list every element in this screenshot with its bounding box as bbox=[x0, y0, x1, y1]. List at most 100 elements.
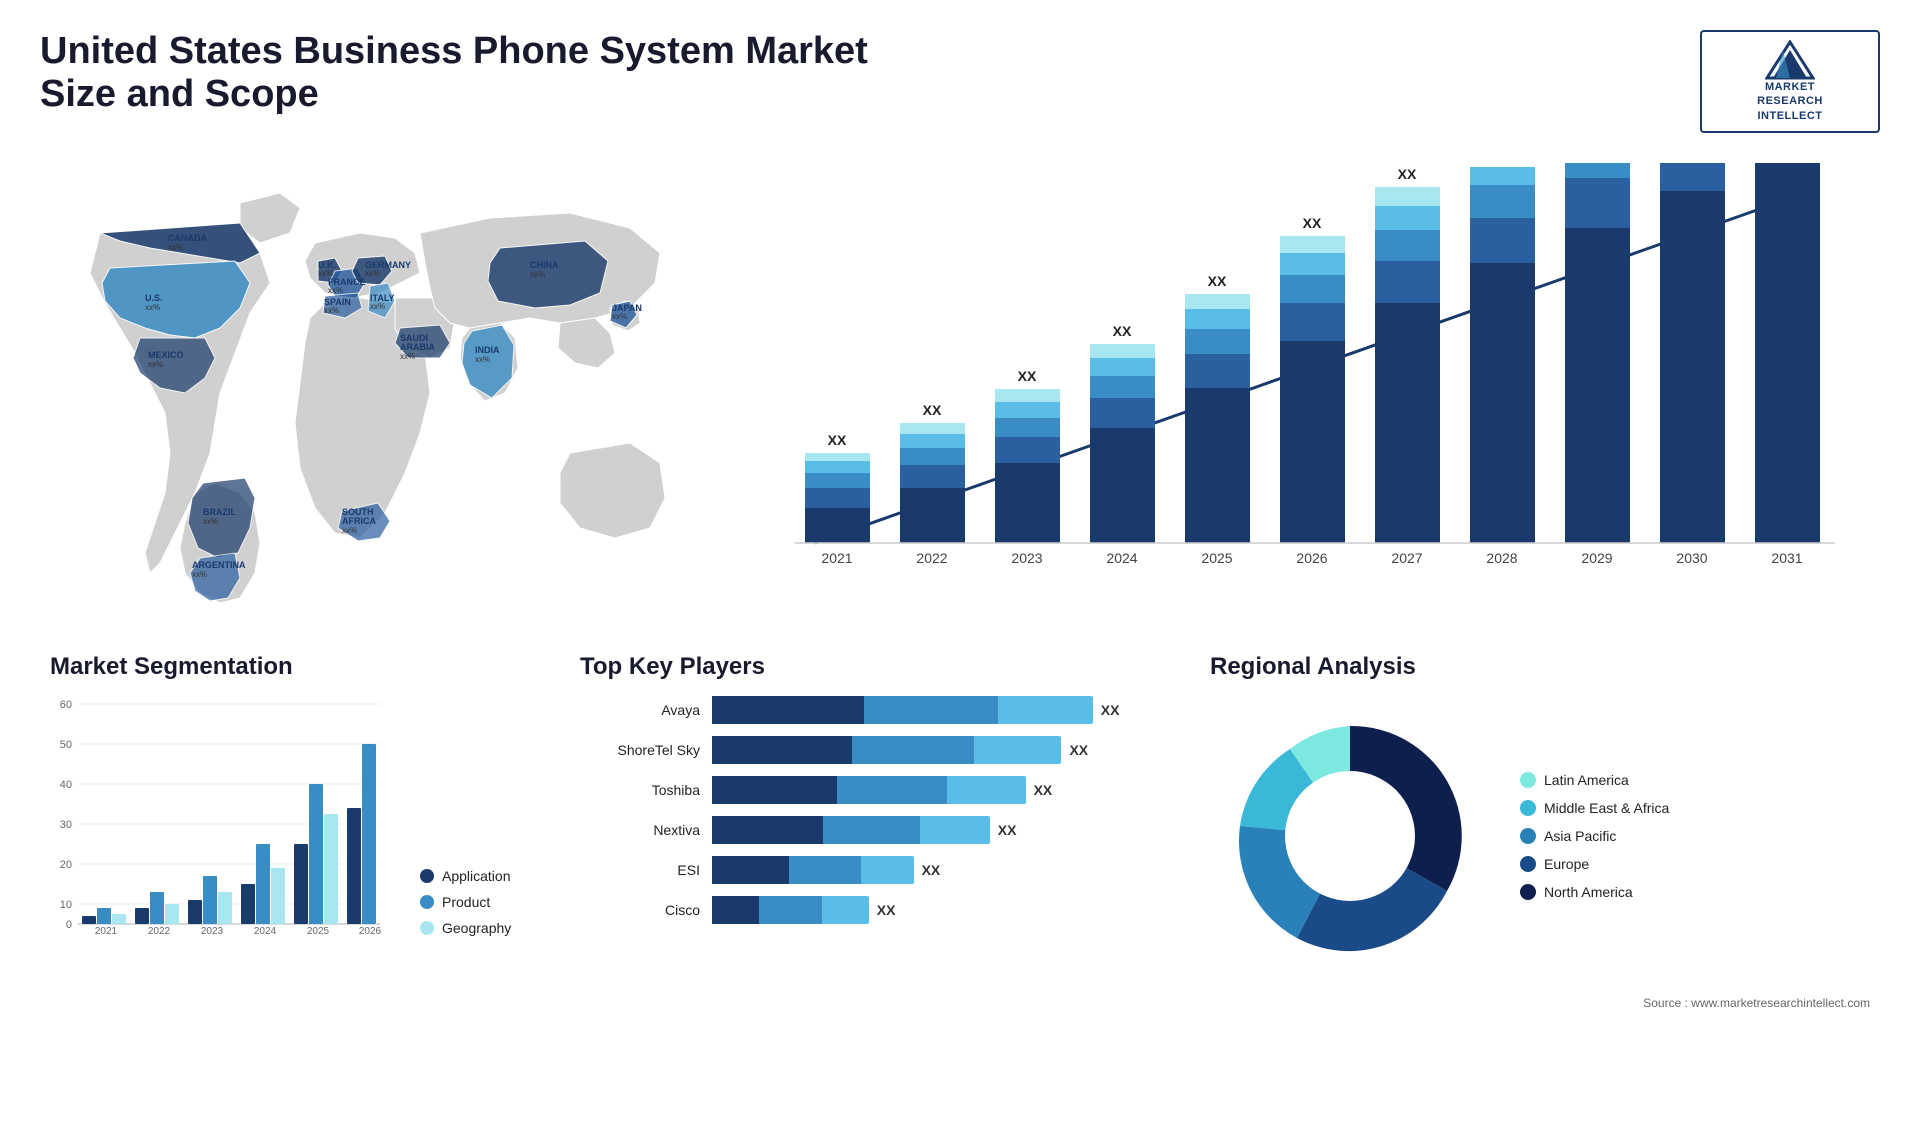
svg-text:2029: 2029 bbox=[1581, 550, 1612, 566]
players-title: Top Key Players bbox=[580, 653, 1160, 681]
svg-text:2023: 2023 bbox=[201, 926, 224, 936]
svg-text:xx%: xx% bbox=[365, 269, 380, 278]
regional-legend-na: North America bbox=[1520, 884, 1669, 900]
segmentation-section: Market Segmentation 60 50 40 30 20 10 0 bbox=[40, 643, 540, 1020]
svg-text:XX: XX bbox=[923, 402, 942, 418]
player-name-shoretel: ShoreTel Sky bbox=[580, 742, 700, 758]
regional-title: Regional Analysis bbox=[1210, 653, 1870, 681]
logo-text: MARKET RESEARCH INTELLECT bbox=[1757, 80, 1823, 123]
regional-dot-na bbox=[1520, 884, 1536, 900]
regional-legend-europe: Europe bbox=[1520, 856, 1669, 872]
svg-text:2021: 2021 bbox=[95, 926, 118, 936]
svg-text:AFRICA: AFRICA bbox=[342, 516, 376, 526]
svg-text:XX: XX bbox=[1018, 368, 1037, 384]
svg-text:30: 30 bbox=[60, 819, 72, 831]
regional-label-na: North America bbox=[1544, 884, 1633, 900]
regional-label-mea: Middle East & Africa bbox=[1544, 800, 1669, 816]
svg-text:2026: 2026 bbox=[359, 926, 382, 936]
player-row-avaya: Avaya XX bbox=[580, 696, 1160, 724]
map-section: CANADA xx% U.S. xx% MEXICO xx% BRAZIL xx… bbox=[40, 153, 690, 613]
svg-text:2024: 2024 bbox=[1106, 550, 1137, 566]
regional-label-europe: Europe bbox=[1544, 856, 1589, 872]
logo: MARKET RESEARCH INTELLECT bbox=[1700, 30, 1880, 133]
legend-dot-geography bbox=[420, 921, 434, 935]
player-row-cisco: Cisco XX bbox=[580, 896, 1160, 924]
svg-text:xx%: xx% bbox=[168, 243, 183, 252]
svg-text:XX: XX bbox=[828, 432, 847, 448]
svg-text:xx%: xx% bbox=[612, 312, 627, 321]
svg-text:2022: 2022 bbox=[916, 550, 947, 566]
svg-text:xx%: xx% bbox=[342, 526, 357, 535]
svg-text:2024: 2024 bbox=[254, 926, 277, 936]
svg-text:MEXICO: MEXICO bbox=[148, 350, 184, 360]
regional-legend: Latin America Middle East & Africa Asia … bbox=[1520, 772, 1669, 900]
svg-text:xx%: xx% bbox=[145, 303, 160, 312]
player-bar-toshiba: XX bbox=[712, 776, 1160, 804]
player-row-esi: ESI XX bbox=[580, 856, 1160, 884]
svg-text:xx%: xx% bbox=[370, 302, 385, 311]
svg-text:xx%: xx% bbox=[328, 286, 343, 295]
bottom-grid: Market Segmentation 60 50 40 30 20 10 0 bbox=[40, 633, 1880, 1020]
svg-text:XX: XX bbox=[1398, 166, 1417, 182]
svg-text:2030: 2030 bbox=[1676, 550, 1707, 566]
regional-legend-latin: Latin America bbox=[1520, 772, 1669, 788]
legend-product: Product bbox=[420, 894, 511, 910]
legend-label-product: Product bbox=[442, 894, 490, 910]
legend-dot-application bbox=[420, 869, 434, 883]
svg-text:xx%: xx% bbox=[148, 360, 163, 369]
legend-dot-product bbox=[420, 895, 434, 909]
world-map: CANADA xx% U.S. xx% MEXICO xx% BRAZIL xx… bbox=[40, 153, 690, 613]
svg-text:2025: 2025 bbox=[1201, 550, 1232, 566]
source-text: Source : www.marketresearchintellect.com bbox=[1210, 996, 1870, 1010]
player-value-toshiba: XX bbox=[1034, 782, 1053, 798]
player-row-nextiva: Nextiva XX bbox=[580, 816, 1160, 844]
svg-text:0: 0 bbox=[66, 919, 72, 931]
player-value-esi: XX bbox=[922, 862, 941, 878]
svg-text:2025: 2025 bbox=[307, 926, 330, 936]
regional-label-latin: Latin America bbox=[1544, 772, 1629, 788]
player-bar-esi: XX bbox=[712, 856, 1160, 884]
svg-text:2031: 2031 bbox=[1771, 550, 1802, 566]
player-bar-nextiva: XX bbox=[712, 816, 1160, 844]
legend-geography: Geography bbox=[420, 920, 511, 936]
logo-icon bbox=[1765, 40, 1815, 80]
legend-label-geography: Geography bbox=[442, 920, 511, 936]
svg-text:2023: 2023 bbox=[1011, 550, 1042, 566]
segmentation-title: Market Segmentation bbox=[50, 653, 530, 681]
seg-legend: Application Product Geography bbox=[420, 868, 511, 936]
player-bar-shoretel: XX bbox=[712, 736, 1160, 764]
svg-text:2028: 2028 bbox=[1486, 550, 1517, 566]
player-name-esi: ESI bbox=[580, 862, 700, 878]
svg-text:xx%: xx% bbox=[203, 517, 218, 526]
legend-application: Application bbox=[420, 868, 511, 884]
player-value-shoretel: XX bbox=[1069, 742, 1088, 758]
svg-text:xx%: xx% bbox=[475, 355, 490, 364]
donut-chart bbox=[1210, 696, 1490, 976]
svg-text:xx%: xx% bbox=[400, 352, 415, 361]
svg-text:2022: 2022 bbox=[148, 926, 171, 936]
svg-text:U.S.: U.S. bbox=[145, 293, 163, 303]
svg-text:60: 60 bbox=[60, 699, 72, 711]
svg-text:XX: XX bbox=[1113, 323, 1132, 339]
seg-chart-area: 60 50 40 30 20 10 0 bbox=[50, 696, 530, 936]
svg-text:40: 40 bbox=[60, 779, 72, 791]
player-value-nextiva: XX bbox=[998, 822, 1017, 838]
page-title: United States Business Phone System Mark… bbox=[40, 30, 940, 116]
svg-text:CANADA: CANADA bbox=[168, 233, 207, 243]
svg-text:INDIA: INDIA bbox=[475, 345, 500, 355]
player-value-avaya: XX bbox=[1101, 702, 1120, 718]
player-name-toshiba: Toshiba bbox=[580, 782, 700, 798]
regional-dot-mea bbox=[1520, 800, 1536, 816]
svg-text:XX: XX bbox=[1493, 163, 1512, 164]
svg-text:2026: 2026 bbox=[1296, 550, 1327, 566]
svg-text:ARABIA: ARABIA bbox=[400, 342, 435, 352]
regional-dot-latin bbox=[1520, 772, 1536, 788]
svg-text:xx%: xx% bbox=[324, 306, 339, 315]
player-name-cisco: Cisco bbox=[580, 902, 700, 918]
main-grid: CANADA xx% U.S. xx% MEXICO xx% BRAZIL xx… bbox=[40, 153, 1880, 1020]
page-header: United States Business Phone System Mark… bbox=[40, 30, 1880, 133]
bar-chart-section: XX 2021 XX 2022 XX 2023 bbox=[710, 153, 1880, 613]
svg-text:2027: 2027 bbox=[1391, 550, 1422, 566]
svg-text:2021: 2021 bbox=[821, 550, 852, 566]
legend-label-application: Application bbox=[442, 868, 511, 884]
